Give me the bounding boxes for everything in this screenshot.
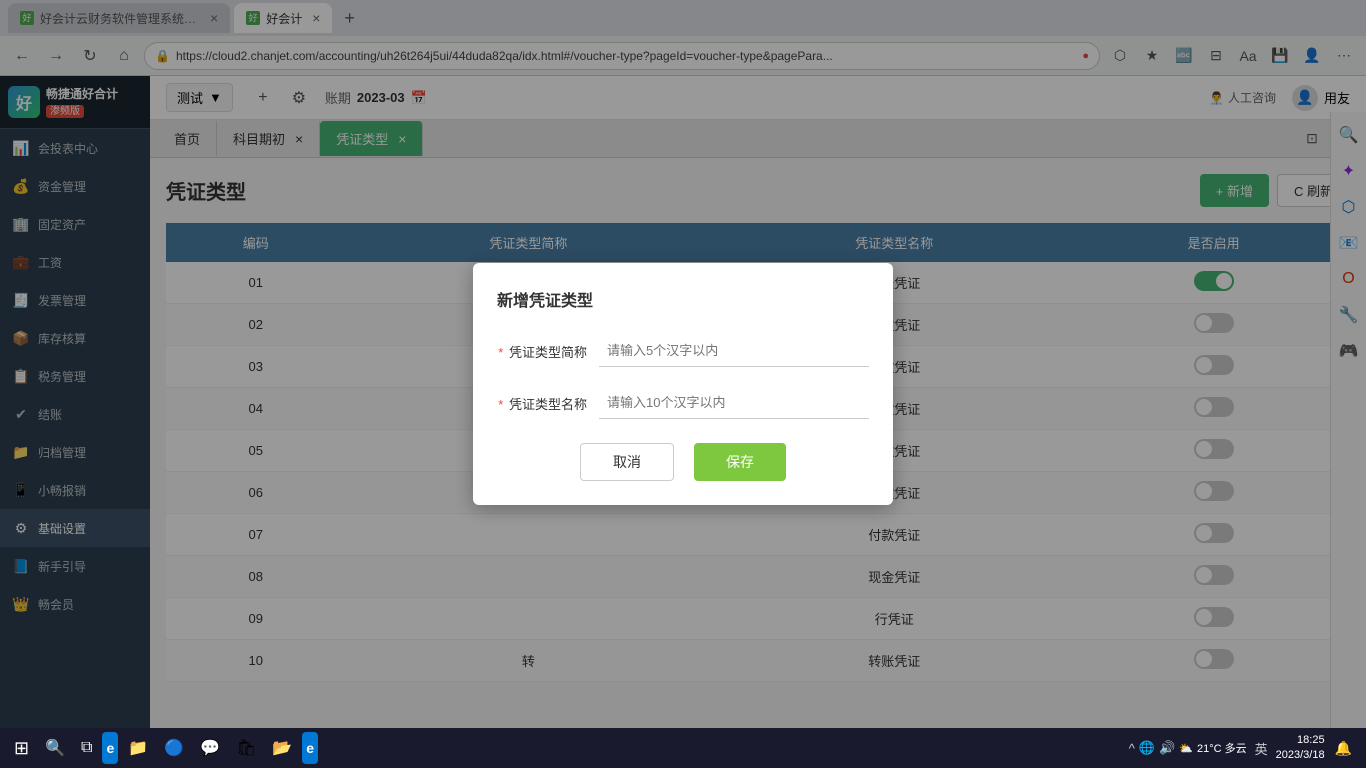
new-voucher-dialog: 新增凭证类型 * 凭证类型简称 * 凭证类型名称 取消 保存 — [473, 263, 893, 505]
chrome-taskbar[interactable]: 🔵 — [158, 732, 190, 764]
form-label-abbr-text: 凭证类型简称 — [509, 345, 587, 360]
clock-date: 2023/3/18 — [1276, 748, 1325, 763]
systray: ^ 🌐 🔊 — [1129, 740, 1175, 756]
taskbar: ⊞ 🔍 ⧉ e 📁 🔵 💬 🛍 📂 e ^ 🌐 🔊 ⛅ 21°C 多云 英 18… — [0, 728, 1366, 768]
voucher-abbr-input[interactable] — [599, 335, 869, 367]
wechat-taskbar[interactable]: 💬 — [194, 732, 226, 764]
start-button[interactable]: ⊞ — [8, 732, 35, 764]
systray-lang[interactable]: 英 — [1255, 739, 1268, 758]
explorer-taskbar[interactable]: 📁 — [122, 732, 154, 764]
form-row-name: * 凭证类型名称 — [497, 387, 869, 419]
required-star-name: * — [498, 397, 503, 412]
edge-taskbar[interactable]: e — [102, 732, 118, 764]
voucher-name-input[interactable] — [599, 387, 869, 419]
cancel-button[interactable]: 取消 — [580, 443, 674, 481]
systray-volume[interactable]: 🔊 — [1159, 740, 1175, 756]
form-label-name-text: 凭证类型名称 — [509, 397, 587, 412]
systray-network[interactable]: 🌐 — [1139, 740, 1155, 756]
search-taskbar[interactable]: 🔍 — [39, 732, 71, 764]
taskview-button[interactable]: ⧉ — [75, 732, 98, 764]
weather-icon: ⛅ — [1179, 742, 1193, 755]
required-star-abbr: * — [498, 345, 503, 360]
form-label-abbr: * 凭证类型简称 — [497, 342, 587, 361]
dialog-overlay: 新增凭证类型 * 凭证类型简称 * 凭证类型名称 取消 保存 — [0, 0, 1366, 768]
taskbar-clock: 18:25 2023/3/18 — [1276, 733, 1325, 764]
edge2-taskbar[interactable]: e — [302, 732, 318, 764]
clock-time: 18:25 — [1276, 733, 1325, 748]
store-taskbar[interactable]: 🛍 — [230, 732, 262, 764]
save-button[interactable]: 保存 — [694, 443, 786, 481]
form-label-name: * 凭证类型名称 — [497, 394, 587, 413]
systray-expand[interactable]: ^ — [1129, 741, 1135, 756]
weather-text: 21°C 多云 — [1197, 740, 1247, 756]
taskbar-weather: ⛅ 21°C 多云 — [1179, 740, 1246, 756]
notifications-button[interactable]: 🔔 — [1329, 732, 1358, 764]
dialog-footer: 取消 保存 — [497, 443, 869, 481]
dialog-title: 新增凭证类型 — [497, 287, 869, 311]
files-taskbar[interactable]: 📂 — [266, 732, 298, 764]
form-row-abbr: * 凭证类型简称 — [497, 335, 869, 367]
